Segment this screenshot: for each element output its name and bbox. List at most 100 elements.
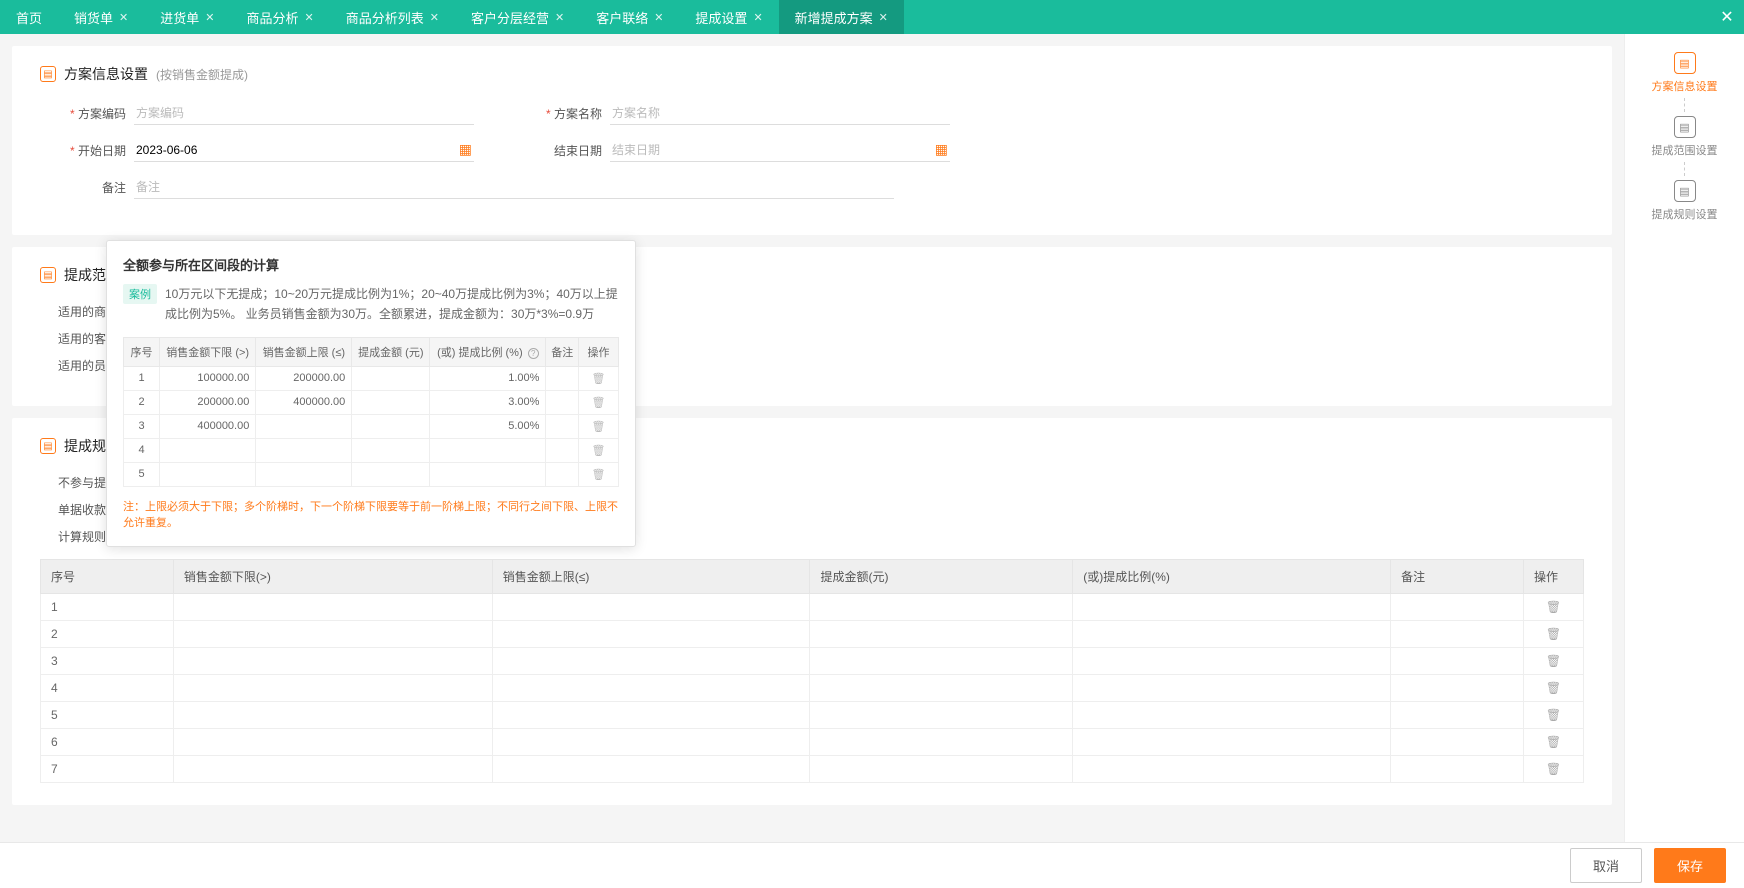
- tooltip-title: 全额参与所在区间段的计算: [123, 255, 619, 274]
- tab-label: 商品分析: [246, 8, 298, 27]
- input-name[interactable]: [610, 102, 950, 125]
- tab-label: 销货单: [74, 8, 113, 27]
- table-header: 销售金额上限(≤): [492, 560, 810, 594]
- section-icon: ▤: [40, 438, 56, 454]
- delete-icon[interactable]: 🗑: [1546, 681, 1561, 695]
- table-header: 销售金额上限 (≤): [256, 337, 352, 366]
- nav-icon: ▤: [1674, 116, 1696, 138]
- table-row: 3400000.005.00%🗑: [124, 414, 619, 438]
- label-name: 方案名称: [534, 105, 602, 122]
- delete-icon[interactable]: 🗑: [592, 445, 606, 457]
- table-row[interactable]: 3🗑: [41, 648, 1584, 675]
- nav-scope[interactable]: ▤ 提成范围设置: [1652, 116, 1718, 158]
- close-icon[interactable]: ✕: [205, 11, 214, 24]
- tab-label: 进货单: [160, 8, 199, 27]
- cancel-button[interactable]: 取消: [1570, 848, 1642, 883]
- tab[interactable]: 销货单 ✕: [58, 0, 144, 34]
- delete-icon[interactable]: 🗑: [1546, 735, 1561, 749]
- tab[interactable]: 商品分析 ✕: [230, 0, 329, 34]
- close-icon[interactable]: ✕: [119, 11, 128, 24]
- nav-rules[interactable]: ▤ 提成规则设置: [1652, 180, 1718, 222]
- delete-icon[interactable]: 🗑: [592, 421, 606, 433]
- table-header: 提成金额 (元): [352, 337, 430, 366]
- table-row[interactable]: 7🗑: [41, 756, 1584, 783]
- table-header: (或)提成比例(%): [1073, 560, 1391, 594]
- label-calc-rule: 计算规则: [58, 528, 106, 545]
- section-scheme-info: ▤ 方案信息设置 (按销售金额提成) 方案编码 方案名称 开始日期: [12, 46, 1612, 235]
- table-header: 销售金额下限 (>): [160, 337, 256, 366]
- nav-icon: ▤: [1674, 52, 1696, 74]
- table-row: 5🗑: [124, 462, 619, 486]
- table-row[interactable]: 4🗑: [41, 675, 1584, 702]
- nav-icon: ▤: [1674, 180, 1696, 202]
- table-header: 备注: [1391, 560, 1524, 594]
- label-start-date: 开始日期: [58, 142, 126, 159]
- close-icon[interactable]: ✕: [879, 11, 888, 24]
- close-icon[interactable]: ✕: [555, 11, 564, 24]
- label-code: 方案编码: [58, 105, 126, 122]
- table-header: 序号: [41, 560, 174, 594]
- table-row: 2200000.00400000.003.00%🗑: [124, 390, 619, 414]
- table-header: (或) 提成比例 (%) ?: [430, 337, 546, 366]
- tooltip-case-tag: 案例: [123, 284, 157, 304]
- table-header: 操作: [1524, 560, 1584, 594]
- close-icon[interactable]: ✕: [753, 11, 762, 24]
- label-end-date: 结束日期: [534, 142, 602, 159]
- tooltip-note: 注：上限必须大于下限；多个阶梯时，下一个阶梯下限要等于前一阶梯上限；不同行之间下…: [123, 499, 619, 532]
- footer: 取消 保存: [0, 842, 1744, 888]
- tab-label: 提成设置: [695, 8, 747, 27]
- anchor-nav: ▤ 方案信息设置 ▤ 提成范围设置 ▤ 提成规则设置: [1624, 34, 1744, 842]
- nav-scheme-info[interactable]: ▤ 方案信息设置: [1652, 52, 1718, 94]
- table-header: 销售金额下限(>): [173, 560, 492, 594]
- delete-icon[interactable]: 🗑: [1546, 654, 1561, 668]
- section-icon: ▤: [40, 66, 56, 82]
- table-row: 4🗑: [124, 438, 619, 462]
- tab[interactable]: 商品分析列表 ✕: [330, 0, 455, 34]
- section-title: 方案信息设置: [64, 64, 148, 84]
- delete-icon[interactable]: 🗑: [1546, 708, 1561, 722]
- tab[interactable]: 首页: [0, 0, 58, 34]
- delete-icon[interactable]: 🗑: [1546, 762, 1561, 776]
- table-row[interactable]: 5🗑: [41, 702, 1584, 729]
- tab[interactable]: 客户联络 ✕: [580, 0, 679, 34]
- section-icon: ▤: [40, 267, 56, 283]
- input-start-date[interactable]: [134, 139, 474, 162]
- delete-icon[interactable]: 🗑: [592, 469, 606, 481]
- tab-label: 首页: [16, 8, 42, 27]
- tab[interactable]: 进货单 ✕: [144, 0, 230, 34]
- tab[interactable]: 提成设置 ✕: [679, 0, 778, 34]
- close-icon[interactable]: ✕: [430, 11, 439, 24]
- delete-icon[interactable]: 🗑: [1546, 627, 1561, 641]
- input-remark[interactable]: [134, 176, 894, 199]
- rules-table: 序号销售金额下限(>)销售金额上限(≤)提成金额(元)(或)提成比例(%)备注操…: [40, 559, 1584, 783]
- tab-label: 客户联络: [596, 8, 648, 27]
- label-remark: 备注: [58, 179, 126, 196]
- tab[interactable]: 客户分层经营 ✕: [455, 0, 580, 34]
- info-icon: ?: [528, 348, 539, 359]
- tab[interactable]: 新增提成方案 ✕: [779, 0, 904, 34]
- delete-icon[interactable]: 🗑: [1546, 600, 1561, 614]
- save-button[interactable]: 保存: [1654, 848, 1726, 883]
- tabbar-close-all[interactable]: ✕: [1710, 0, 1744, 34]
- close-icon[interactable]: ✕: [654, 11, 663, 24]
- table-header: 备注: [546, 337, 579, 366]
- tab-label: 新增提成方案: [795, 8, 873, 27]
- tooltip-table: 序号销售金额下限 (>)销售金额上限 (≤)提成金额 (元)(或) 提成比例 (…: [123, 337, 619, 487]
- table-header: 序号: [124, 337, 160, 366]
- table-row[interactable]: 2🗑: [41, 621, 1584, 648]
- tooltip-case-text: 10万元以下无提成；10~20万元提成比例为1%；20~40万提成比例为3%；4…: [165, 284, 619, 325]
- input-code[interactable]: [134, 102, 474, 125]
- table-row[interactable]: 6🗑: [41, 729, 1584, 756]
- table-header: 操作: [579, 337, 619, 366]
- delete-icon[interactable]: 🗑: [592, 397, 606, 409]
- table-row[interactable]: 1🗑: [41, 594, 1584, 621]
- table-row: 1100000.00200000.001.00%🗑: [124, 366, 619, 390]
- input-end-date[interactable]: [610, 139, 950, 162]
- tab-label: 客户分层经营: [471, 8, 549, 27]
- delete-icon[interactable]: 🗑: [592, 373, 606, 385]
- tabbar: 首页销货单✕进货单✕商品分析✕商品分析列表✕客户分层经营✕客户联络✕提成设置✕新…: [0, 0, 1744, 34]
- close-icon[interactable]: ✕: [305, 11, 314, 24]
- interval-full-tooltip: 全额参与所在区间段的计算 案例 10万元以下无提成；10~20万元提成比例为1%…: [106, 240, 636, 547]
- table-header: 提成金额(元): [810, 560, 1073, 594]
- tab-label: 商品分析列表: [346, 8, 424, 27]
